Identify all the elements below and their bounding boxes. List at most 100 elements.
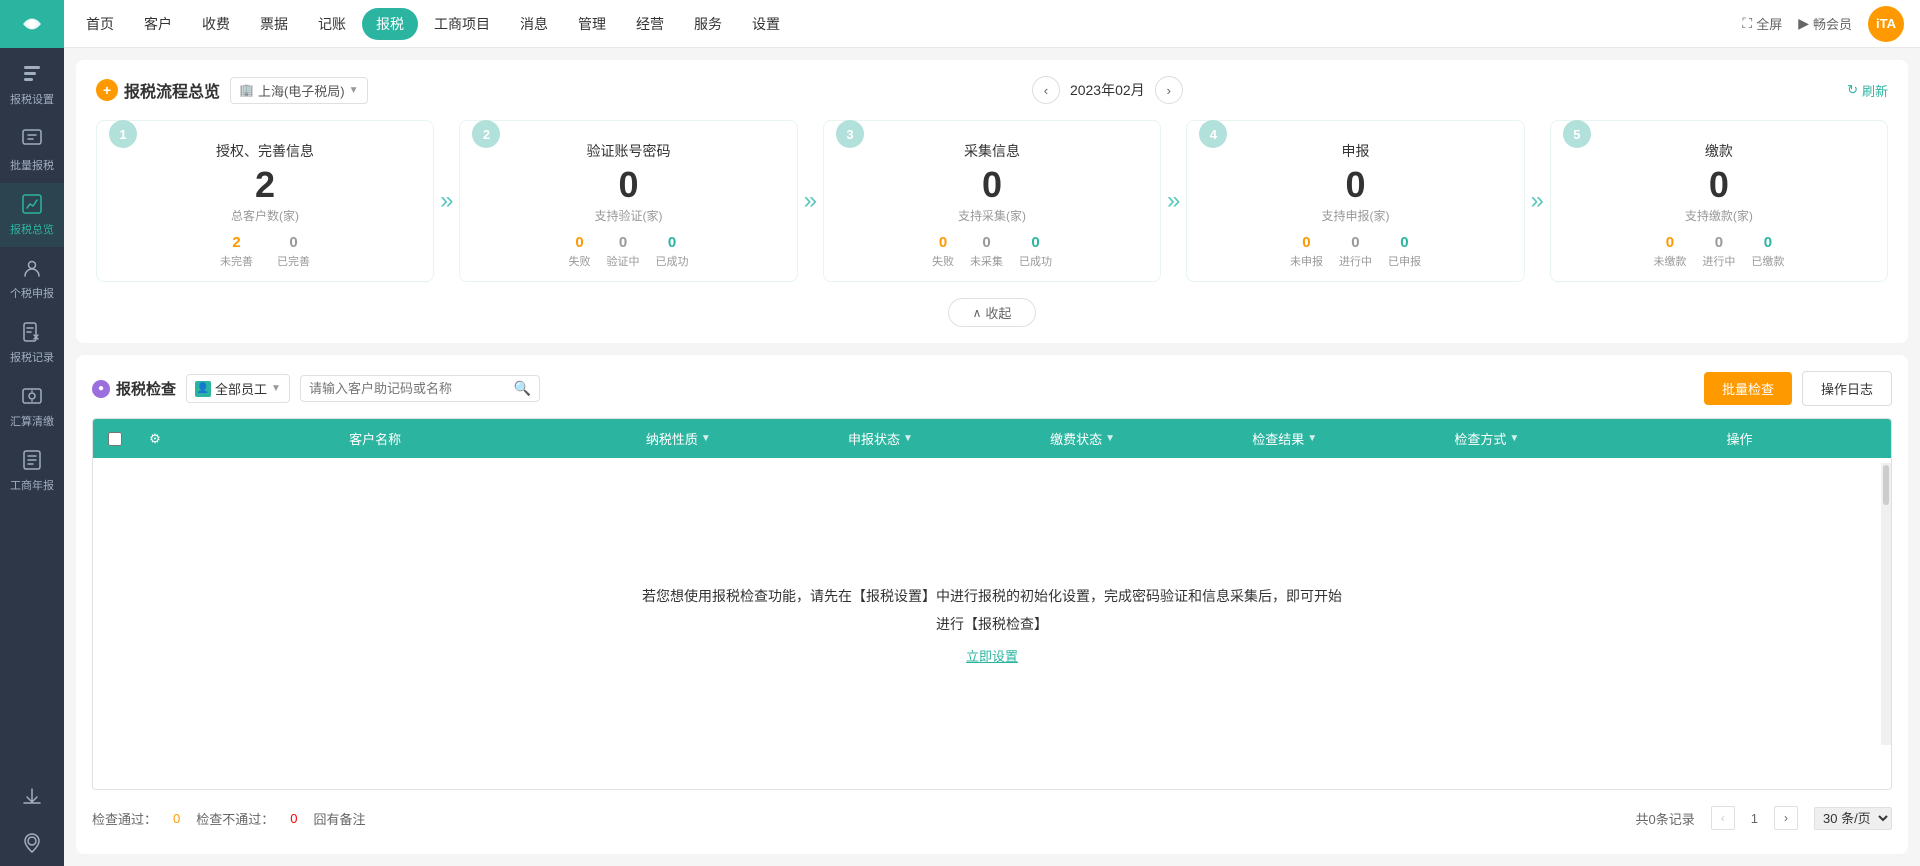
sidebar-item-settlement[interactable]: 汇算清缴 — [0, 375, 64, 439]
step-1: 1 授权、完善信息 2 总客户数(家) 2 未完善 0 已完善 — [96, 120, 434, 282]
step-5: 5 缴款 0 支持缴款(家) 0 未缴款 0 进行中 — [1550, 120, 1888, 282]
total-records: 共0条记录 — [1636, 809, 1695, 828]
step-1-number: 1 — [109, 120, 137, 148]
scroll-thumb[interactable] — [1883, 465, 1889, 505]
fail-label: 检查不通过： — [196, 809, 274, 828]
step-3: 3 采集信息 0 支持采集(家) 0 失败 0 未采集 — [823, 120, 1161, 282]
step-4-title: 申报 — [1199, 141, 1511, 161]
search-input[interactable] — [309, 381, 508, 396]
search-icon[interactable]: 🔍 — [514, 380, 531, 397]
setup-link[interactable]: 立即设置 — [966, 646, 1018, 665]
step-4: 4 申报 0 支持申报(家) 0 未申报 0 进行中 — [1186, 120, 1524, 282]
arrow-2-3: » — [798, 120, 823, 282]
arrow-4-5: » — [1525, 120, 1550, 282]
filter-icon: ▼ — [701, 433, 711, 444]
scrollbar[interactable] — [1881, 463, 1891, 745]
th-pay-status[interactable]: 缴费状态 ▼ — [981, 429, 1183, 448]
step-3-label: 支持采集(家) — [836, 207, 1148, 224]
nav-item-fee[interactable]: 收费 — [188, 8, 244, 40]
step-3-title: 采集信息 — [836, 141, 1148, 161]
prev-page-button[interactable]: ‹ — [1711, 806, 1735, 830]
step-2-sub-1: 0 验证中 — [607, 234, 640, 269]
avatar[interactable]: iTA — [1868, 6, 1904, 42]
check-card: ● 报税检查 👤 全部员工 ▼ 🔍 批量检查 操作日志 — [76, 355, 1908, 854]
th-checkbox[interactable] — [93, 432, 137, 446]
nav-item-home[interactable]: 首页 — [72, 8, 128, 40]
table-footer: 检查通过： 0 检查不通过： 0 囧有备注 共0条记录 ‹ 1 › 30 条/页 — [92, 798, 1892, 838]
sidebar-item-tax-overview[interactable]: 报税总览 — [0, 183, 64, 247]
filter-icon-4: ▼ — [1307, 433, 1317, 444]
dropdown-icon: ▼ — [271, 383, 281, 394]
step-5-sub-1: 0 进行中 — [1702, 234, 1735, 269]
location-selector[interactable]: 🏢 上海(电子税局) ▼ — [230, 77, 368, 104]
sidebar-item-download[interactable] — [0, 774, 64, 820]
overview-title-icon: + — [96, 79, 118, 101]
sidebar-item-location[interactable] — [0, 820, 64, 866]
nav-item-service[interactable]: 服务 — [680, 8, 736, 40]
note-label: 囧有备注 — [314, 809, 366, 828]
employee-filter[interactable]: 👤 全部员工 ▼ — [186, 374, 290, 403]
check-title-icon: ● — [92, 380, 110, 398]
nav-item-business[interactable]: 工商项目 — [420, 8, 504, 40]
filter-icon-5: ▼ — [1509, 433, 1519, 444]
step-4-label: 支持申报(家) — [1199, 207, 1511, 224]
step-3-sub-1: 0 未采集 — [970, 234, 1003, 269]
next-month-button[interactable]: › — [1155, 76, 1183, 104]
step-4-sub-0: 0 未申报 — [1290, 234, 1323, 269]
refresh-button[interactable]: ↻ 刷新 — [1847, 81, 1888, 100]
nav-item-settings[interactable]: 设置 — [738, 8, 794, 40]
table-header: ⚙ 客户名称 纳税性质 ▼ 申报状态 ▼ 缴费状态 ▼ — [93, 419, 1891, 458]
top-right-area: ⛶ 全屏 ▶ 畅会员 iTA — [1742, 6, 1920, 42]
nav-item-management[interactable]: 管理 — [564, 8, 620, 40]
nav-item-messages[interactable]: 消息 — [506, 8, 562, 40]
sidebar-item-personal-tax[interactable]: 个税申报 — [0, 247, 64, 311]
th-settings[interactable]: ⚙ — [137, 431, 173, 447]
collapse-row: ∧ 收起 — [96, 298, 1888, 327]
logo — [0, 0, 64, 48]
pass-count[interactable]: 0 — [173, 811, 180, 826]
step-5-sub-2: 0 已缴款 — [1751, 234, 1784, 269]
nav-item-customer[interactable]: 客户 — [130, 8, 186, 40]
filter-icon-2: ▼ — [903, 433, 913, 444]
sidebar-item-batch-tax[interactable]: 批量报税 — [0, 117, 64, 183]
step-5-title: 缴款 — [1563, 141, 1875, 161]
personal-tax-icon — [21, 257, 43, 282]
check-header: ● 报税检查 👤 全部员工 ▼ 🔍 批量检查 操作日志 — [92, 371, 1892, 406]
batch-check-button[interactable]: 批量检查 — [1704, 372, 1792, 405]
nav-item-accounting[interactable]: 记账 — [304, 8, 360, 40]
th-tax-nature[interactable]: 纳税性质 ▼ — [577, 429, 779, 448]
step-5-sub-0: 0 未缴款 — [1653, 234, 1686, 269]
table-body-empty: 若您想使用报税检查功能，请先在【报税设置】中进行报税的初始化设置，完成密码验证和… — [93, 458, 1891, 789]
step-5-count: 0 — [1563, 167, 1875, 203]
fullscreen-icon: ⛶ — [1742, 15, 1752, 32]
sidebar-item-annual-report[interactable]: 工商年报 — [0, 439, 64, 503]
th-check-method[interactable]: 检查方式 ▼ — [1386, 429, 1588, 448]
th-check-result[interactable]: 检查结果 ▼ — [1184, 429, 1386, 448]
select-all-checkbox[interactable] — [108, 432, 122, 446]
fail-count[interactable]: 0 — [290, 811, 297, 826]
vip-icon: ▶ — [1798, 15, 1809, 32]
filter-icon-3: ▼ — [1105, 433, 1115, 444]
next-page-button[interactable]: › — [1774, 806, 1798, 830]
collapse-button[interactable]: ∧ 收起 — [948, 298, 1037, 327]
operation-log-button[interactable]: 操作日志 — [1802, 371, 1892, 406]
prev-month-button[interactable]: ‹ — [1032, 76, 1060, 104]
refresh-icon: ↻ — [1847, 82, 1858, 98]
content-area: + 报税流程总览 🏢 上海(电子税局) ▼ ‹ 2023年02月 › ↻ — [64, 48, 1920, 866]
flow-steps: 1 授权、完善信息 2 总客户数(家) 2 未完善 0 已完善 — [96, 120, 1888, 282]
sidebar-item-tax-settings[interactable]: 报税设置 — [0, 52, 64, 117]
table-container: ⚙ 客户名称 纳税性质 ▼ 申报状态 ▼ 缴费状态 ▼ — [92, 418, 1892, 790]
th-customer-name: 客户名称 — [173, 429, 577, 448]
nav-item-operation[interactable]: 经营 — [622, 8, 678, 40]
nav-item-invoice[interactable]: 票据 — [246, 8, 302, 40]
sidebar: 报税设置 批量报税 报税总览 个税申报 报税记录 — [0, 48, 64, 866]
search-box[interactable]: 🔍 — [300, 375, 540, 402]
step-2-label: 支持验证(家) — [472, 207, 784, 224]
vip-button[interactable]: ▶ 畅会员 — [1798, 14, 1852, 33]
nav-item-tax[interactable]: 报税 — [362, 8, 418, 40]
page-size-select[interactable]: 30 条/页 — [1814, 807, 1892, 830]
step-2-sub-2: 0 已成功 — [656, 234, 689, 269]
th-declare-status[interactable]: 申报状态 ▼ — [779, 429, 981, 448]
sidebar-item-tax-records[interactable]: 报税记录 — [0, 311, 64, 375]
fullscreen-button[interactable]: ⛶ 全屏 — [1742, 14, 1782, 33]
